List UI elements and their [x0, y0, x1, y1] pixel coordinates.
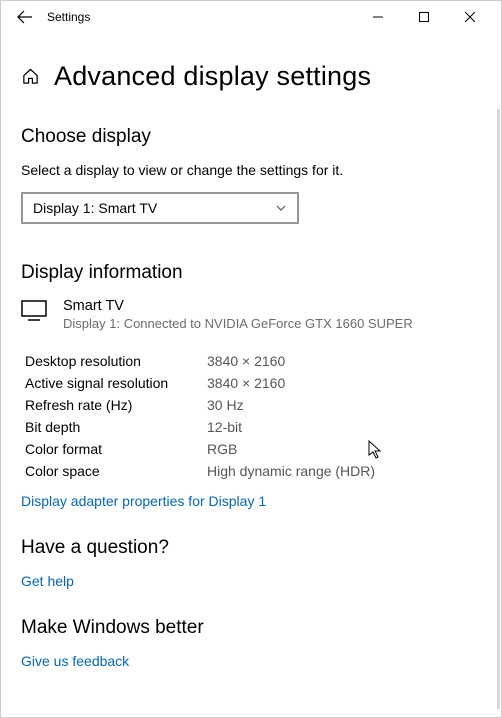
question-section: Have a question? Get help — [21, 537, 481, 591]
device-row: Smart TV Display 1: Connected to NVIDIA … — [21, 298, 481, 331]
info-label: Active signal resolution — [25, 375, 207, 391]
display-select-value: Display 1: Smart TV — [33, 200, 157, 216]
device-subtext: Display 1: Connected to NVIDIA GeForce G… — [63, 316, 413, 331]
page-title: Advanced display settings — [54, 61, 371, 92]
get-help-link[interactable]: Get help — [21, 573, 74, 589]
chevron-down-icon — [275, 202, 287, 214]
info-value: 3840 × 2160 — [207, 375, 481, 391]
minimize-icon — [373, 12, 383, 22]
titlebar: Settings — [1, 1, 501, 33]
feedback-heading: Make Windows better — [21, 617, 481, 639]
info-value: 3840 × 2160 — [207, 353, 481, 369]
info-label: Color space — [25, 463, 207, 479]
page-header: Advanced display settings — [21, 61, 481, 92]
display-select[interactable]: Display 1: Smart TV — [21, 192, 299, 224]
close-button[interactable] — [447, 1, 493, 33]
give-feedback-link[interactable]: Give us feedback — [21, 653, 129, 669]
info-label: Refresh rate (Hz) — [25, 397, 207, 413]
feedback-section: Make Windows better Give us feedback — [21, 617, 481, 671]
window-controls — [355, 1, 493, 33]
info-value: High dynamic range (HDR) — [207, 463, 481, 479]
home-icon[interactable] — [21, 67, 40, 86]
question-heading: Have a question? — [21, 537, 481, 559]
choose-display-subtext: Select a display to view or change the s… — [21, 162, 481, 178]
device-name: Smart TV — [63, 298, 413, 314]
info-label: Color format — [25, 441, 207, 457]
content-area: Advanced display settings Choose display… — [1, 61, 501, 701]
choose-display-heading: Choose display — [21, 126, 481, 148]
arrow-left-icon — [17, 9, 33, 25]
window-title: Settings — [41, 10, 355, 24]
adapter-properties-link[interactable]: Display adapter properties for Display 1 — [21, 493, 266, 509]
info-label: Desktop resolution — [25, 353, 207, 369]
display-info-table: Desktop resolution 3840 × 2160 Active si… — [25, 353, 481, 479]
maximize-icon — [419, 12, 429, 22]
display-info-heading: Display information — [21, 262, 481, 284]
monitor-icon — [21, 298, 47, 327]
info-value: 30 Hz — [207, 397, 481, 413]
info-value: 12-bit — [207, 419, 481, 435]
display-information-section: Display information Smart TV Display 1: … — [21, 262, 481, 511]
back-button[interactable] — [9, 9, 41, 25]
scrollbar[interactable] — [497, 109, 500, 709]
info-label: Bit depth — [25, 419, 207, 435]
info-value: RGB — [207, 441, 481, 457]
maximize-button[interactable] — [401, 1, 447, 33]
minimize-button[interactable] — [355, 1, 401, 33]
choose-display-section: Choose display Select a display to view … — [21, 126, 481, 224]
close-icon — [465, 12, 475, 22]
